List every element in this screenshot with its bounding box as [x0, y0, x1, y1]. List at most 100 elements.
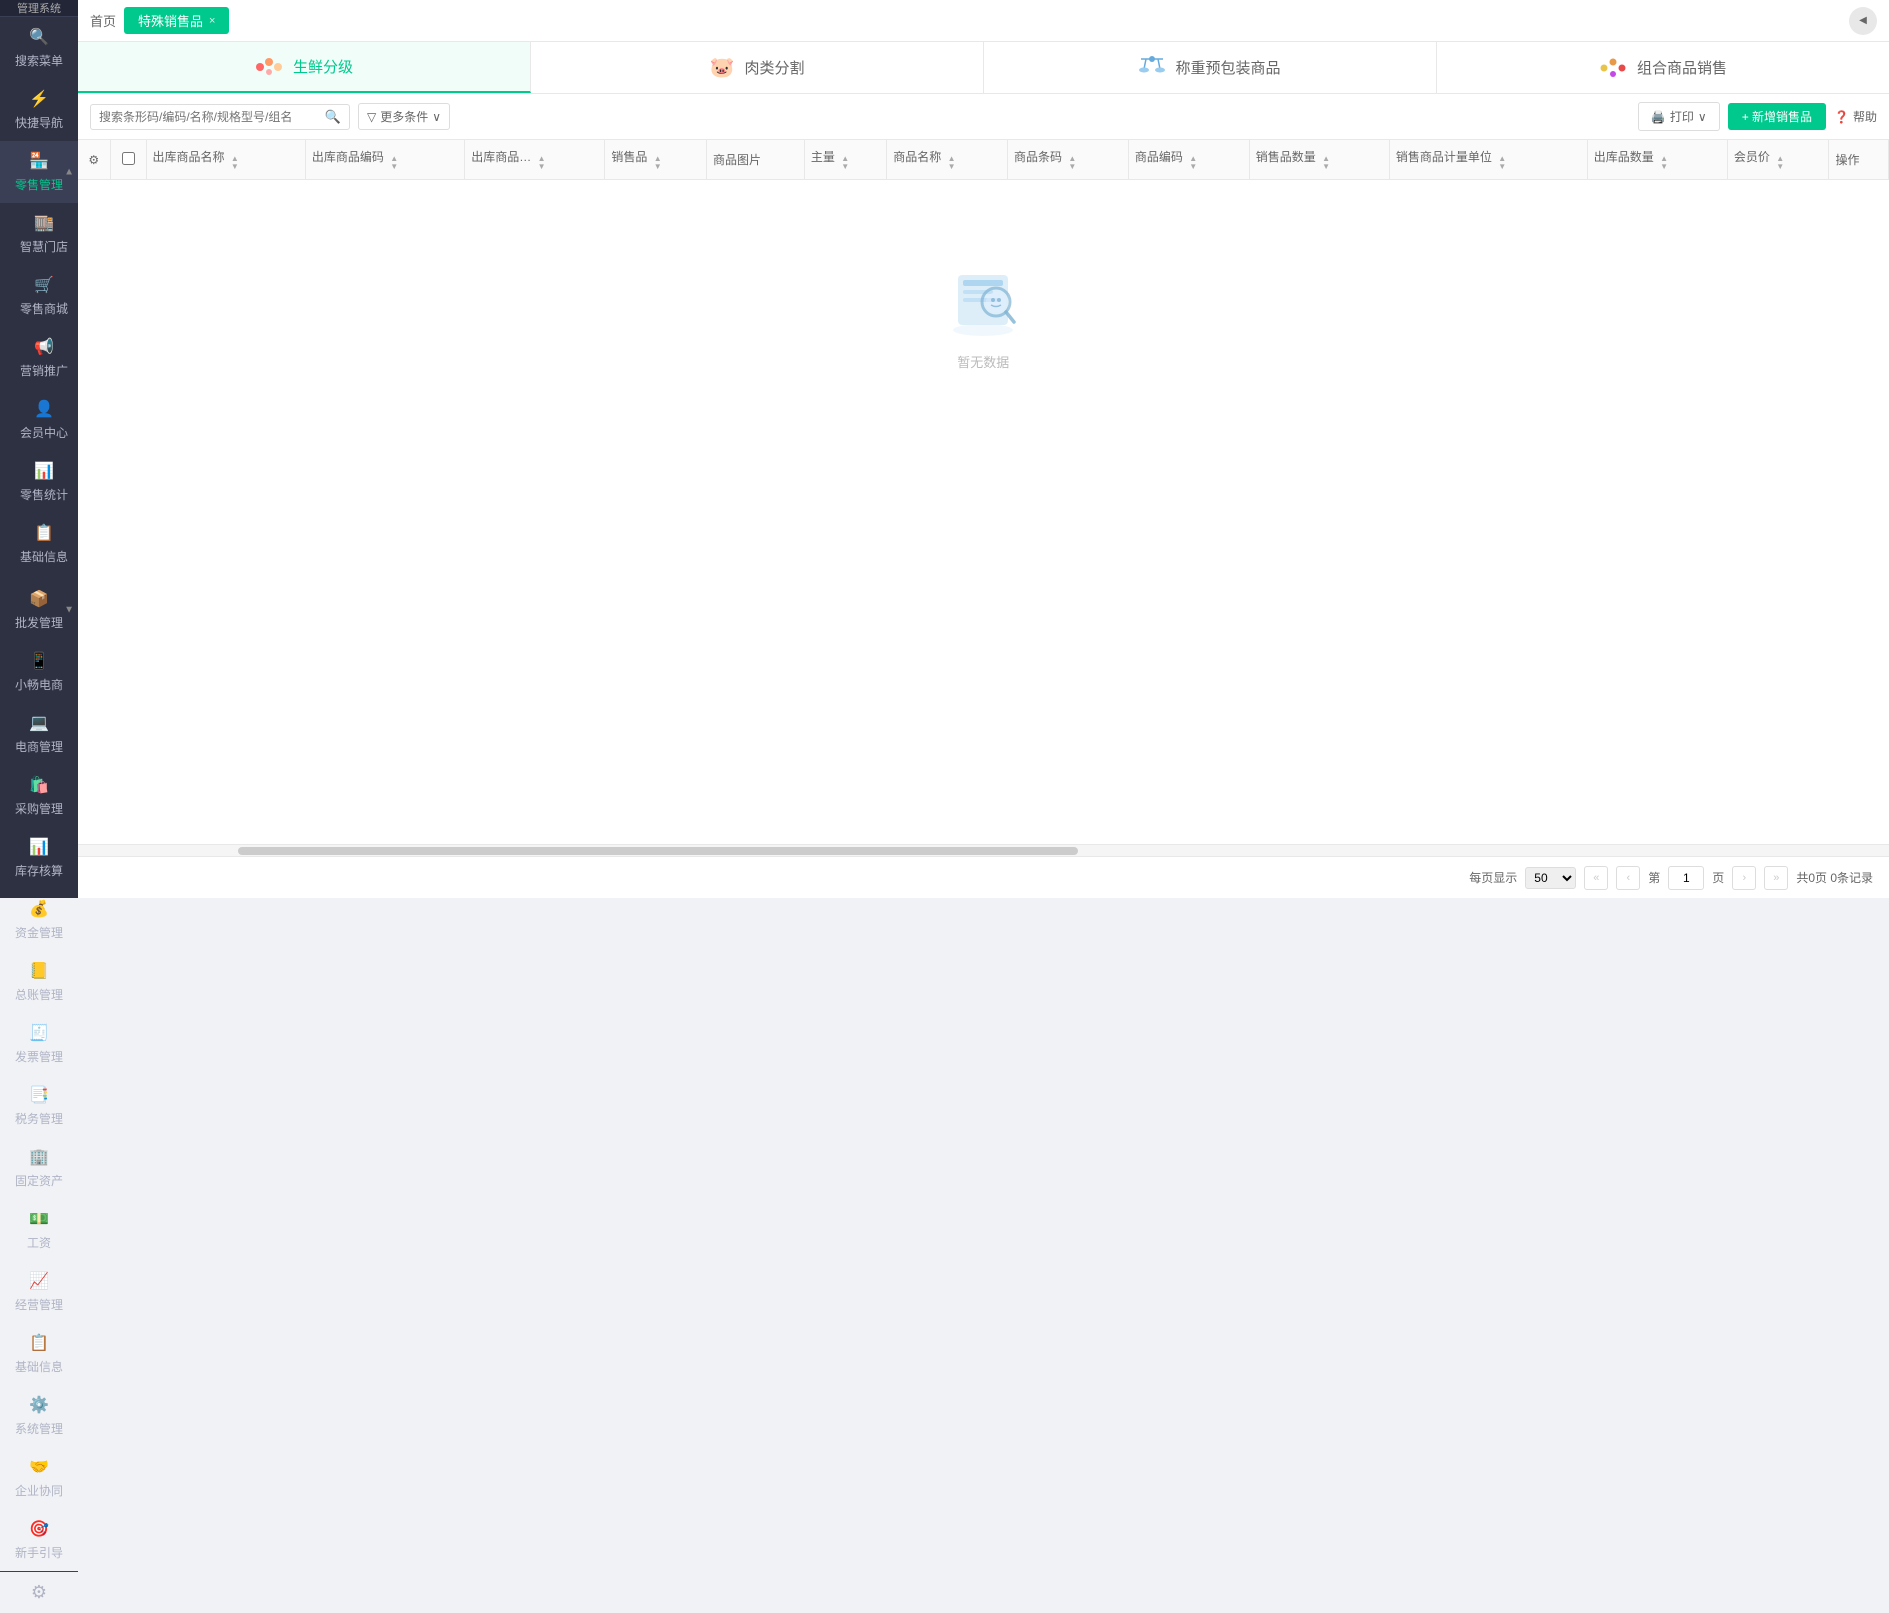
- col-out-code[interactable]: 出库商品编码 ▲▼: [305, 140, 464, 180]
- sort-icon: ▲▼: [841, 155, 849, 171]
- empty-illustration: [938, 260, 1028, 340]
- col-weight[interactable]: 主量 ▲▼: [804, 140, 886, 180]
- sidebar-item-basic-info2[interactable]: 📋 基础信息: [0, 1323, 78, 1385]
- chevron-down-icon: ▲: [64, 167, 74, 178]
- sort-icon: ▲▼: [1189, 155, 1197, 171]
- sidebar-item-new-guide[interactable]: 🎯 新手引导: [0, 1509, 78, 1571]
- col-settings[interactable]: ⚙: [78, 140, 110, 180]
- settings-gear-icon[interactable]: ⚙: [0, 1572, 78, 1613]
- sidebar-item-fixed-assets[interactable]: 🏢 固定资产: [0, 1137, 78, 1199]
- sidebar-item-quick-nav[interactable]: ⚡ 快捷导航: [0, 79, 78, 141]
- cat-tab-combo[interactable]: 组合商品销售: [1437, 42, 1889, 93]
- ecommerce-manage-icon: 💻: [29, 713, 49, 733]
- member-center-icon: 👤: [34, 399, 54, 419]
- col-sale-item[interactable]: 销售品 ▲▼: [605, 140, 707, 180]
- sidebar-item-label: 批发管理: [15, 614, 63, 631]
- sidebar-item-enterprise[interactable]: 🤝 企业协同: [0, 1447, 78, 1509]
- horizontal-scrollbar[interactable]: [78, 844, 1889, 856]
- sidebar-item-search-menu[interactable]: 🔍 搜索菜单: [0, 17, 78, 79]
- add-sale-item-button[interactable]: + 新增销售品: [1728, 103, 1826, 130]
- enterprise-icon: 🤝: [29, 1457, 49, 1477]
- sidebar-item-finance[interactable]: 💰 资金管理: [0, 889, 78, 951]
- next-page-button[interactable]: ›: [1732, 866, 1756, 890]
- col-out-qty[interactable]: 出库品数量 ▲▼: [1587, 140, 1727, 180]
- cat-tab-fresh-grade[interactable]: 生鲜分级: [78, 42, 531, 93]
- page-number-input[interactable]: [1668, 866, 1704, 890]
- sidebar-item-ops-manage[interactable]: 📈 经营管理: [0, 1261, 78, 1323]
- col-label: 商品条码: [1014, 150, 1062, 164]
- sidebar-item-ecommerce-manage[interactable]: 💻 电商管理: [0, 703, 78, 765]
- active-tab[interactable]: 特殊销售品 ×: [124, 7, 229, 34]
- help-button[interactable]: ❓ 帮助: [1834, 108, 1877, 125]
- col-checkbox[interactable]: [110, 140, 146, 180]
- col-label: 销售品数量: [1256, 150, 1316, 164]
- sidebar-item-tax[interactable]: 📑 税务管理: [0, 1075, 78, 1137]
- wholesale-icon: 📦: [29, 589, 49, 609]
- quick-nav-icon: ⚡: [29, 89, 49, 109]
- sidebar-item-sys-manage[interactable]: ⚙️ 系统管理: [0, 1385, 78, 1447]
- col-barcode[interactable]: 商品条码 ▲▼: [1008, 140, 1129, 180]
- sidebar-item-retail-manage[interactable]: 🏪 零售管理 ▲: [0, 141, 78, 203]
- col-label: 出库商品…: [471, 150, 531, 164]
- sidebar-item-retail-stats[interactable]: 📊 零售统计: [0, 451, 78, 513]
- chevron-right-icon: ▼: [64, 605, 74, 616]
- cat-tab-label: 称重预包装商品: [1175, 57, 1280, 78]
- print-button[interactable]: 🖨️ 打印 ∨: [1638, 102, 1720, 131]
- col-sale-unit[interactable]: 销售商品计量单位 ▲▼: [1389, 140, 1587, 180]
- per-page-select[interactable]: 50 10 20 100: [1525, 867, 1576, 889]
- sidebar-item-label: 固定资产: [15, 1172, 63, 1189]
- select-all-checkbox[interactable]: [122, 152, 135, 165]
- sort-icon: ▲▼: [1776, 155, 1784, 171]
- search-menu-icon: 🔍: [29, 27, 49, 47]
- toolbar-right: 🖨️ 打印 ∨ + 新增销售品 ❓ 帮助: [1638, 102, 1877, 131]
- sort-icon: ▲▼: [1068, 155, 1076, 171]
- filter-icon: ▽: [367, 110, 376, 124]
- filter-button[interactable]: ▽ 更多条件 ∨: [358, 103, 450, 130]
- tab-close-icon[interactable]: ×: [209, 15, 215, 27]
- sidebar-item-general-ledger[interactable]: 📒 总账管理: [0, 951, 78, 1013]
- col-sale-qty[interactable]: 销售品数量 ▲▼: [1249, 140, 1389, 180]
- sidebar-bottom: ⚙: [0, 1571, 78, 1613]
- col-out-spec[interactable]: 出库商品… ▲▼: [465, 140, 605, 180]
- fixed-assets-icon: 🏢: [29, 1147, 49, 1167]
- wages-icon: 💵: [29, 1209, 49, 1229]
- cat-tab-label: 肉类分割: [744, 57, 804, 78]
- col-member-price[interactable]: 会员价 ▲▼: [1727, 140, 1829, 180]
- sidebar-item-smart-store[interactable]: 🏬 智慧门店: [0, 203, 78, 265]
- scrollbar-thumb[interactable]: [238, 847, 1078, 855]
- col-product-name[interactable]: 商品名称 ▲▼: [887, 140, 1008, 180]
- home-link[interactable]: 首页: [90, 11, 116, 30]
- last-page-button[interactable]: »: [1764, 866, 1788, 890]
- sidebar-item-label: 工资: [27, 1234, 51, 1251]
- col-label: 出库品数量: [1594, 150, 1654, 164]
- search-input[interactable]: [99, 110, 319, 124]
- sidebar-item-mini-ecommerce[interactable]: 📱 小畅电商: [0, 641, 78, 703]
- sidebar-item-label: 经营管理: [15, 1296, 63, 1313]
- sidebar-item-wholesale[interactable]: 📦 批发管理 ▼: [0, 579, 78, 641]
- col-label: 商品名称: [893, 150, 941, 164]
- sidebar-item-retail-mall[interactable]: 🛒 零售商城: [0, 265, 78, 327]
- sidebar-item-marketing[interactable]: 📢 营销推广: [0, 327, 78, 389]
- smart-store-icon: 🏬: [34, 213, 54, 233]
- sidebar-item-invoice[interactable]: 🧾 发票管理: [0, 1013, 78, 1075]
- col-label: 商品图片: [713, 153, 761, 167]
- retail-stats-icon: 📊: [34, 461, 54, 481]
- tab-label: 特殊销售品: [138, 11, 203, 30]
- finance-icon: 💰: [29, 899, 49, 919]
- sidebar-item-wages[interactable]: 💵 工资: [0, 1199, 78, 1261]
- sidebar-item-member-center[interactable]: 👤 会员中心: [0, 389, 78, 451]
- sidebar-item-label: 会员中心: [20, 424, 68, 441]
- sidebar-item-inventory[interactable]: 📊 库存核算: [0, 827, 78, 889]
- help-icon: ❓: [1834, 110, 1849, 124]
- col-product-code[interactable]: 商品编码 ▲▼: [1128, 140, 1249, 180]
- sidebar-item-basic-info[interactable]: 📋 基础信息: [0, 513, 78, 575]
- collapse-icon[interactable]: ◀: [1849, 7, 1877, 35]
- total-info: 共0页 0条记录: [1796, 869, 1873, 886]
- sidebar-item-purchase[interactable]: 🛍️ 采购管理: [0, 765, 78, 827]
- col-out-name[interactable]: 出库商品名称 ▲▼: [146, 140, 305, 180]
- cat-tab-weigh-pack[interactable]: 称重预包装商品: [984, 42, 1437, 93]
- sidebar-item-label: 系统管理: [15, 1420, 63, 1437]
- cat-tab-meat-cut[interactable]: 🐷 肉类分割: [531, 42, 984, 93]
- prev-page-button[interactable]: ‹: [1616, 866, 1640, 890]
- first-page-button[interactable]: «: [1584, 866, 1608, 890]
